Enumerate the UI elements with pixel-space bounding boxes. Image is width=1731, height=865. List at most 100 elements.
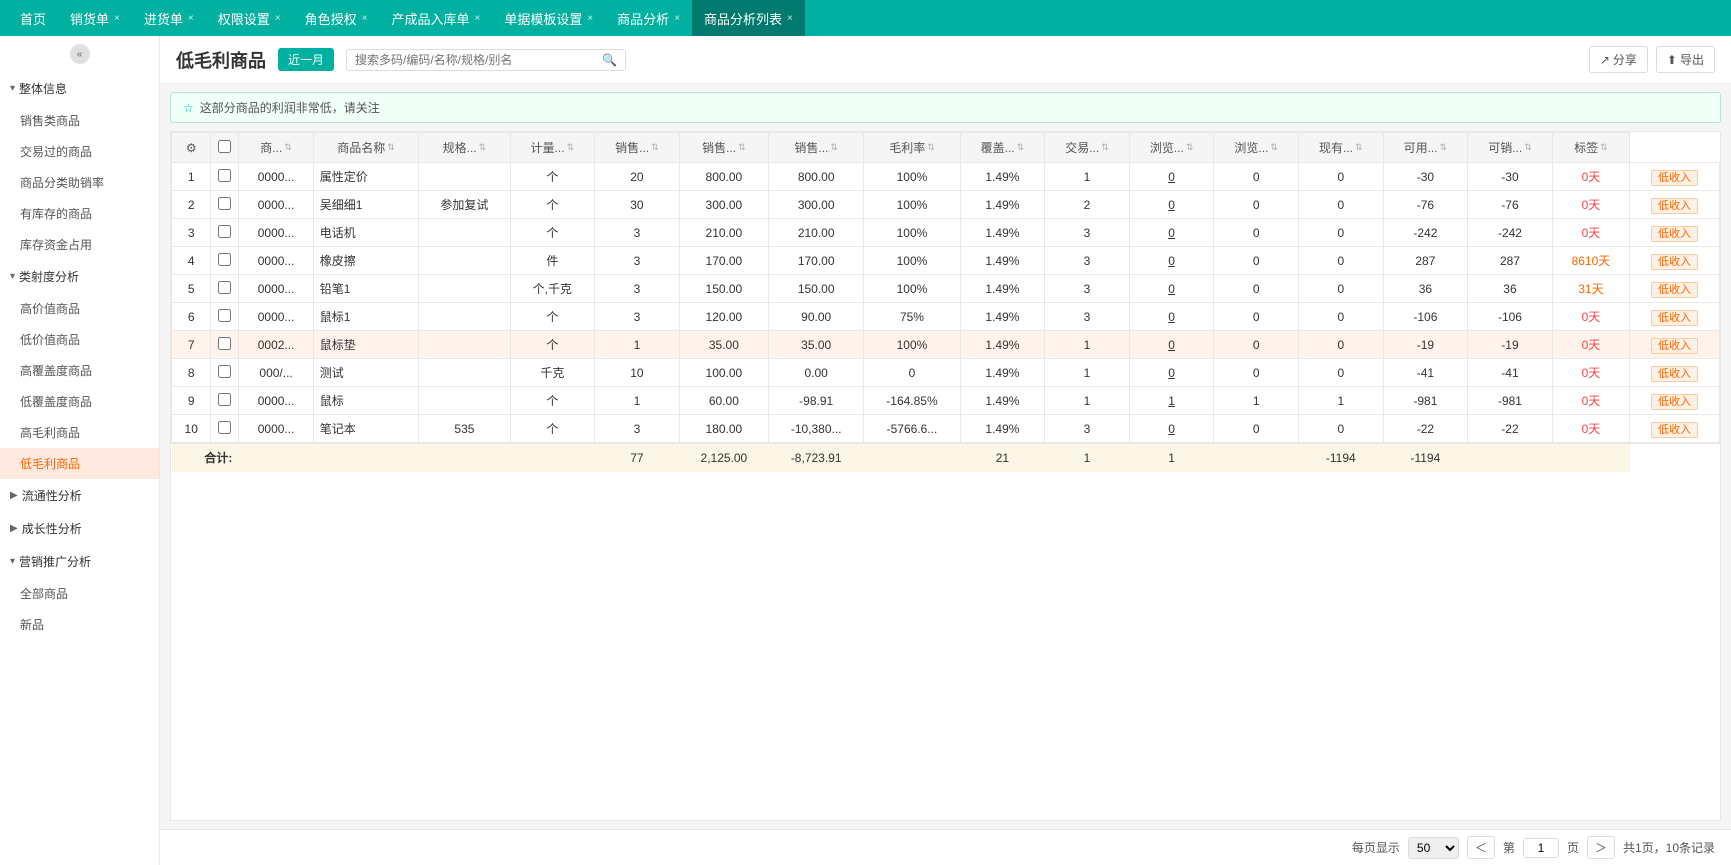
row-trade[interactable]: 0 [1129,163,1214,191]
share-button[interactable]: ↗ 分享 [1589,46,1648,73]
row-trade[interactable]: 0 [1129,303,1214,331]
sidebar-item-traded-products[interactable]: 交易过的商品 [0,136,159,167]
row-name[interactable]: 橡皮擦 [313,247,419,275]
row-checkbox[interactable] [218,281,231,294]
total-pages-info: 共1页，10条记录 [1623,839,1715,856]
row-name[interactable]: 鼠标垫 [313,331,419,359]
row-checkbox-cell[interactable] [211,163,239,191]
row-checkbox-cell[interactable] [211,275,239,303]
sidebar-item-sales-products[interactable]: 销售类商品 [0,105,159,136]
row-trade[interactable]: 0 [1129,275,1214,303]
row-name[interactable]: 铅笔1 [313,275,419,303]
row-name[interactable]: 笔记本 [313,415,419,444]
row-trade[interactable]: 0 [1129,191,1214,219]
nav-purchase-order[interactable]: 进货单 × [132,0,206,36]
nav-close-template[interactable]: × [587,13,593,24]
row-name[interactable]: 电话机 [313,219,419,247]
row-name[interactable]: 吴细细1 [313,191,419,219]
row-trade[interactable]: 0 [1129,415,1214,444]
sidebar-item-category-rate[interactable]: 商品分类助销率 [0,167,159,198]
row-checkbox[interactable] [218,365,231,378]
row-checkbox[interactable] [218,309,231,322]
nav-sales-order[interactable]: 销货单 × [58,0,132,36]
nav-close-purchase[interactable]: × [188,13,194,24]
row-sales-pct: 100% [864,191,960,219]
row-checkbox-cell[interactable] [211,247,239,275]
sidebar-item-all-products[interactable]: 全部商品 [0,578,159,609]
nav-product-analysis[interactable]: 商品分析 × [605,0,692,36]
row-checkbox-cell[interactable] [211,331,239,359]
nav-permissions[interactable]: 权限设置 × [206,0,293,36]
row-checkbox[interactable] [218,253,231,266]
row-checkbox[interactable] [218,197,231,210]
sidebar-item-high-gross[interactable]: 高毛利商品 [0,417,159,448]
row-trade[interactable]: 0 [1129,331,1214,359]
table-row: 9 0000... 鼠标 个 1 60.00 -98.91 -164.85% 1… [172,387,1720,415]
row-checkbox-cell[interactable] [211,191,239,219]
sidebar-item-in-stock[interactable]: 有库存的商品 [0,198,159,229]
nav-close-role[interactable]: × [362,13,368,24]
row-name[interactable]: 测试 [313,359,419,387]
row-trade[interactable]: 0 [1129,359,1214,387]
row-name[interactable]: 鼠标1 [313,303,419,331]
row-stock: -242 [1383,219,1468,247]
nav-role-auth[interactable]: 角色授权 × [293,0,380,36]
select-all-checkbox[interactable] [218,140,231,153]
sidebar-item-low-coverage[interactable]: 低覆盖度商品 [0,386,159,417]
search-input[interactable] [355,53,598,67]
row-checkbox[interactable] [218,337,231,350]
nav-close-permissions[interactable]: × [275,13,281,24]
sidebar-group-analysis[interactable]: ▾ 类射度分析 [0,260,159,293]
nav-home[interactable]: 首页 [8,0,58,36]
nav-close-product[interactable]: × [474,13,480,24]
nav-template-settings[interactable]: 单据模板设置 × [492,0,605,36]
date-filter-button[interactable]: 近一月 [278,48,334,71]
row-checkbox-cell[interactable] [211,219,239,247]
total-empty4 [510,443,595,472]
row-browse1: 1 [1214,387,1299,415]
row-browse1: 0 [1214,191,1299,219]
sidebar-group-growth[interactable]: ▶ 成长性分析 [0,512,159,545]
export-button[interactable]: ⬆ 导出 [1656,46,1715,73]
col-select-all[interactable] [211,133,239,163]
sidebar-group-marketing[interactable]: ▾ 营销推广分析 [0,545,159,578]
row-trade[interactable]: 0 [1129,247,1214,275]
nav-close-analysis[interactable]: × [674,13,680,24]
row-checkbox-cell[interactable] [211,415,239,444]
sidebar-item-stock-capital[interactable]: 库存资金占用 [0,229,159,260]
row-name[interactable]: 鼠标 [313,387,419,415]
sidebar-item-low-value[interactable]: 低价值商品 [0,324,159,355]
row-sales-pct: 75% [864,303,960,331]
row-checkbox[interactable] [218,169,231,182]
prev-page-button[interactable]: ＜ [1467,836,1495,859]
sidebar-item-new-products[interactable]: 新品 [0,609,159,640]
nav-close-analysis-list[interactable]: × [787,13,793,24]
sidebar-item-high-coverage[interactable]: 高覆盖度商品 [0,355,159,386]
nav-analysis-list[interactable]: 商品分析列表 × [692,0,805,36]
sidebar-collapse-btn[interactable]: « [70,44,90,64]
next-page-button[interactable]: ＞ [1587,836,1615,859]
row-name[interactable]: 属性定价 [313,163,419,191]
row-checkbox-cell[interactable] [211,387,239,415]
nav-product-inbound[interactable]: 产成品入库单 × [379,0,492,36]
row-trade[interactable]: 1 [1129,387,1214,415]
row-checkbox[interactable] [218,421,231,434]
sidebar-item-high-value[interactable]: 高价值商品 [0,293,159,324]
nav-close-sales[interactable]: × [114,13,120,24]
row-checkbox[interactable] [218,393,231,406]
search-icon[interactable]: 🔍 [602,53,617,67]
sidebar-item-low-gross[interactable]: 低毛利商品 [0,448,159,479]
col-settings[interactable]: ⚙ [172,133,211,163]
row-trade[interactable]: 0 [1129,219,1214,247]
page-number-input[interactable] [1523,838,1559,858]
row-checkbox-cell[interactable] [211,303,239,331]
row-avail: -106 [1468,303,1553,331]
sidebar-group-overall[interactable]: ▾ 整体信息 [0,72,159,105]
row-checkbox[interactable] [218,225,231,238]
sidebar-group-flow[interactable]: ▶ 流通性分析 [0,479,159,512]
row-checkbox-cell[interactable] [211,359,239,387]
row-gross-rate: 1.49% [960,219,1045,247]
per-page-select[interactable]: 50 100 200 [1408,837,1459,859]
row-stock: -106 [1383,303,1468,331]
row-stock: -981 [1383,387,1468,415]
